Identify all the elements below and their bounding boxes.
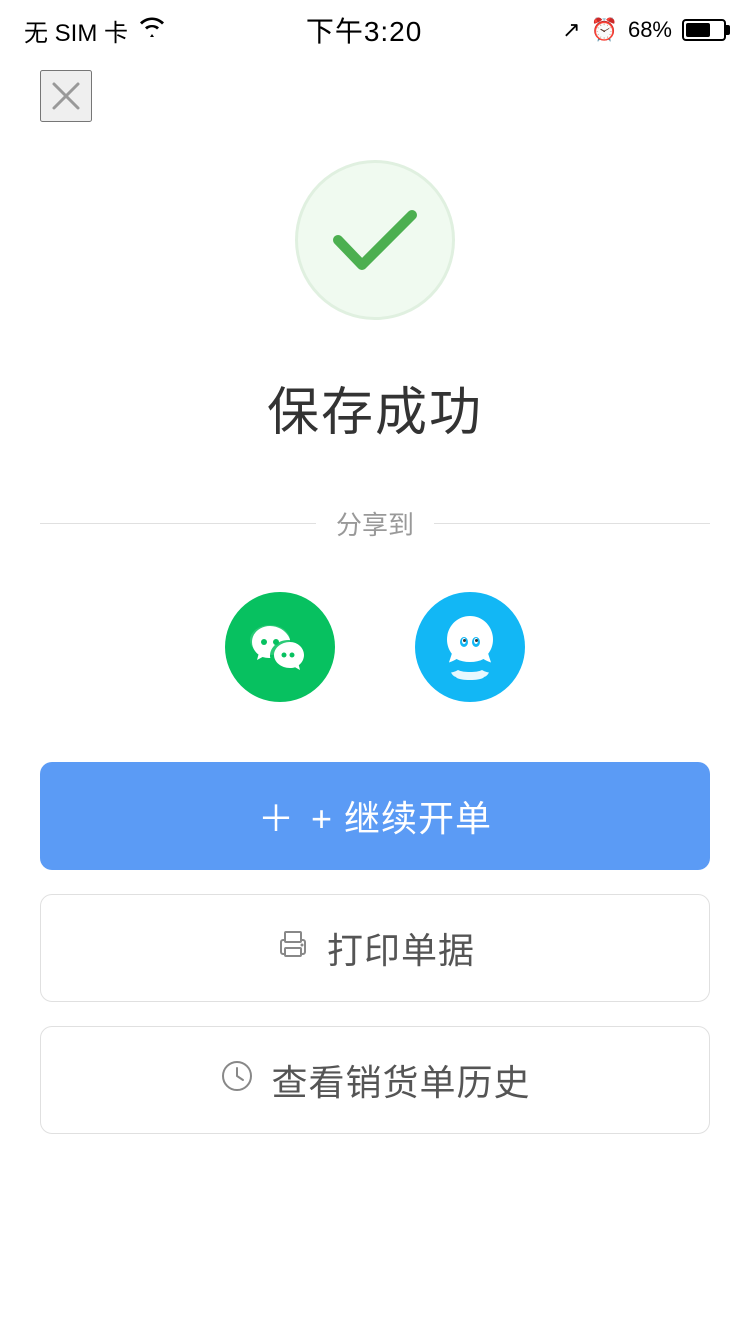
history-icon (219, 1058, 255, 1103)
continue-label: + 继续开单 (311, 790, 492, 842)
checkmark-icon (330, 205, 420, 275)
status-bar: 无 SIM 卡 下午3:20 ↗ ⏰ 68% (0, 0, 750, 60)
action-buttons: ＋ + 继续开单 打印单据 查看销货单历史 (0, 762, 750, 1134)
no-sim-text: 无 SIM 卡 (24, 13, 128, 48)
success-circle (295, 160, 455, 320)
success-title: 保存成功 (267, 370, 483, 445)
continue-button[interactable]: ＋ + 继续开单 (40, 762, 710, 870)
share-icons (40, 592, 710, 702)
battery-icon (682, 19, 726, 41)
battery-text: 68% (628, 17, 672, 43)
share-label: 分享到 (336, 505, 414, 542)
location-icon: ↗ (562, 17, 580, 43)
share-divider: 分享到 (40, 505, 710, 542)
print-label: 打印单据 (327, 922, 475, 974)
printer-icon (275, 926, 311, 971)
divider-line-right (434, 523, 710, 524)
qq-icon (438, 612, 502, 682)
history-button[interactable]: 查看销货单历史 (40, 1026, 710, 1134)
wifi-icon (138, 16, 166, 44)
qq-share-button[interactable] (415, 592, 525, 702)
wechat-icon (248, 620, 312, 674)
status-time: 下午3:20 (306, 10, 423, 50)
plus-icon: ＋ (258, 790, 295, 842)
close-icon (48, 78, 84, 114)
wechat-share-button[interactable] (225, 592, 335, 702)
history-label: 查看销货单历史 (271, 1054, 530, 1106)
alarm-icon: ⏰ (591, 17, 618, 43)
main-content: 保存成功 分享到 (0, 60, 750, 1134)
status-right: ↗ ⏰ 68% (562, 17, 726, 43)
share-section: 分享到 (0, 505, 750, 702)
print-button[interactable]: 打印单据 (40, 894, 710, 1002)
close-button[interactable] (40, 70, 92, 122)
divider-line-left (40, 523, 316, 524)
status-left: 无 SIM 卡 (24, 13, 166, 48)
